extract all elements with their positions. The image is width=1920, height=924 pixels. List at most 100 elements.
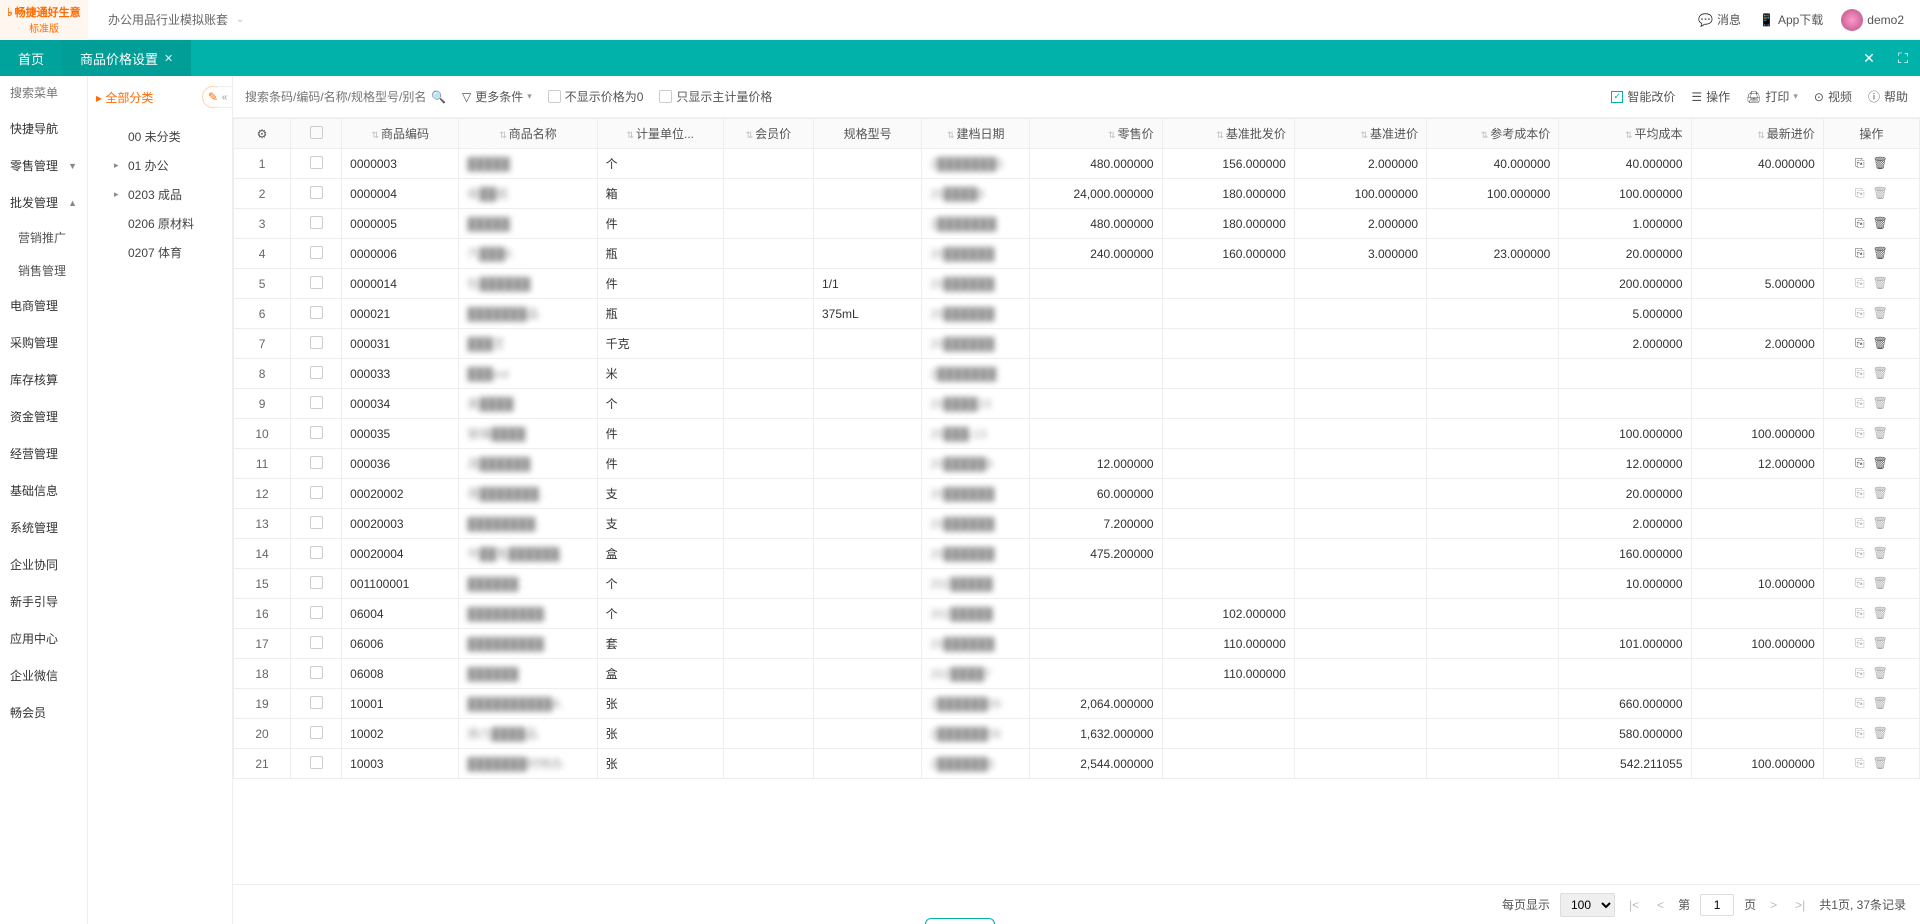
nav-ecommerce[interactable]: 电商管理 <box>0 287 87 324</box>
delete-icon[interactable]: 🗑 <box>1873 666 1888 681</box>
tab-home[interactable]: 首页 <box>0 40 62 76</box>
delete-icon[interactable]: 🗑 <box>1873 156 1888 171</box>
grid-scroll[interactable]: ⚙ ⇅商品编码 ⇅商品名称 ⇅计量单位... ⇅会员价 规格型号 ⇅建档日期 ⇅… <box>233 118 1920 884</box>
row-checkbox[interactable] <box>291 239 342 269</box>
col-retail[interactable]: ⇅零售价 <box>1030 119 1162 149</box>
copy-icon[interactable]: ⎘ <box>1855 636 1865 651</box>
table-row[interactable]: 9000034奥████个20████23⎘🗑 <box>234 389 1920 419</box>
row-checkbox[interactable] <box>291 539 342 569</box>
table-row[interactable]: 8000033███est米2███████⎘🗑 <box>234 359 1920 389</box>
nav-finance[interactable]: 资金管理 <box>0 398 87 435</box>
collapse-panel-icon[interactable]: « <box>217 86 233 108</box>
close-all-tabs[interactable]: ✕ <box>1852 50 1886 67</box>
table-row[interactable]: 2110003███████时特办.张2██████52,544.0000005… <box>234 749 1920 779</box>
page-prev[interactable]: < <box>1653 898 1668 912</box>
col-unit[interactable]: ⇅计量单位... <box>597 119 723 149</box>
nav-wholesale[interactable]: 批发管理▲ <box>0 184 87 221</box>
row-checkbox[interactable] <box>291 179 342 209</box>
table-row[interactable]: 6000021███████品瓶375mL20██████5.000000⎘🗑 <box>234 299 1920 329</box>
col-latest[interactable]: ⇅最新进价 <box>1691 119 1823 149</box>
copy-icon[interactable]: ⎘ <box>1855 666 1865 681</box>
row-checkbox[interactable] <box>291 359 342 389</box>
delete-icon[interactable]: 🗑 <box>1873 246 1888 261</box>
video-button[interactable]: ⊙视频 <box>1814 88 1852 105</box>
delete-icon[interactable]: 🗑 <box>1873 276 1888 291</box>
delete-icon[interactable]: 🗑 <box>1873 726 1888 741</box>
nav-quick[interactable]: 快捷导航 <box>0 110 87 147</box>
copy-icon[interactable]: ⎘ <box>1855 306 1865 321</box>
category-node[interactable]: 00 未分类 <box>96 122 224 151</box>
help-button[interactable]: ⓘ帮助 <box>1868 88 1908 105</box>
row-checkbox[interactable] <box>291 569 342 599</box>
delete-icon[interactable]: 🗑 <box>1873 216 1888 231</box>
category-title[interactable]: ▸ 全部分类 <box>96 89 153 106</box>
row-checkbox[interactable] <box>291 389 342 419</box>
row-checkbox[interactable] <box>291 689 342 719</box>
delete-icon[interactable]: 🗑 <box>1873 336 1888 351</box>
table-row[interactable]: 1606004█████████.个202█████102.000000⎘🗑 <box>234 599 1920 629</box>
menu-search-input[interactable] <box>10 86 72 100</box>
print-button[interactable]: 🖨打印▾ <box>1746 88 1798 105</box>
copy-icon[interactable]: ⎘ <box>1855 336 1865 351</box>
delete-icon[interactable]: 🗑 <box>1873 546 1888 561</box>
category-node[interactable]: 0207 体育 <box>96 238 224 267</box>
copy-icon[interactable]: ⎘ <box>1855 696 1865 711</box>
delete-icon[interactable]: 🗑 <box>1873 606 1888 621</box>
app-download-link[interactable]: 📱App下载 <box>1759 11 1823 28</box>
col-member[interactable]: ⇅会员价 <box>723 119 813 149</box>
copy-icon[interactable]: ⎘ <box>1855 186 1865 201</box>
category-node[interactable]: 0206 原材料 <box>96 209 224 238</box>
nav-member[interactable]: 畅会员 <box>0 694 87 731</box>
row-checkbox[interactable] <box>291 149 342 179</box>
nav-purchase[interactable]: 采购管理 <box>0 324 87 361</box>
copy-icon[interactable]: ⎘ <box>1855 246 1865 261</box>
table-row[interactable]: 1910001██████████A.张2██████052,064.00000… <box>234 689 1920 719</box>
delete-icon[interactable]: 🗑 <box>1873 306 1888 321</box>
nav-system[interactable]: 系统管理 <box>0 509 87 546</box>
delete-icon[interactable]: 🗑 <box>1873 636 1888 651</box>
per-page-select[interactable]: 100 <box>1560 893 1615 917</box>
row-checkbox[interactable] <box>291 719 342 749</box>
smart-price-button[interactable]: ✓智能改价 <box>1611 88 1675 105</box>
page-last[interactable]: >| <box>1791 898 1809 912</box>
row-checkbox[interactable] <box>291 659 342 689</box>
table-row[interactable]: 15001100001██████个202█████10.00000010.00… <box>234 569 1920 599</box>
delete-icon[interactable]: 🗑 <box>1873 486 1888 501</box>
col-date[interactable]: ⇅建档日期 <box>922 119 1030 149</box>
table-row[interactable]: 1806008██████盒202████7110.000000⎘🗑 <box>234 659 1920 689</box>
copy-icon[interactable]: ⎘ <box>1855 576 1865 591</box>
search-icon[interactable]: 🔍 <box>431 90 446 104</box>
messages-link[interactable]: 💬消息 <box>1698 11 1741 28</box>
table-row[interactable]: 50000014杜██████件1/120██████200.0000005.0… <box>234 269 1920 299</box>
bottom-drawer-handle[interactable] <box>925 918 995 924</box>
delete-icon[interactable]: 🗑 <box>1873 516 1888 531</box>
row-checkbox[interactable] <box>291 449 342 479</box>
copy-icon[interactable]: ⎘ <box>1855 396 1865 411</box>
col-checkbox[interactable] <box>291 119 342 149</box>
row-checkbox[interactable] <box>291 329 342 359</box>
row-checkbox[interactable] <box>291 269 342 299</box>
table-row[interactable]: 2010002扬力████品.张2██████051,632.000000580… <box>234 719 1920 749</box>
copy-icon[interactable]: ⎘ <box>1855 456 1865 471</box>
menu-search[interactable] <box>0 76 87 110</box>
delete-icon[interactable]: 🗑 <box>1873 576 1888 591</box>
copy-icon[interactable]: ⎘ <box>1855 276 1865 291</box>
col-avgcost[interactable]: ⇅平均成本 <box>1559 119 1691 149</box>
nav-basic[interactable]: 基础信息 <box>0 472 87 509</box>
account-set-selector[interactable]: 办公用品行业模拟账套 ⌄ <box>88 11 264 28</box>
row-checkbox[interactable] <box>291 479 342 509</box>
page-next[interactable]: > <box>1766 898 1781 912</box>
delete-icon[interactable]: 🗑 <box>1873 186 1888 201</box>
col-code[interactable]: ⇅商品编码 <box>342 119 459 149</box>
row-checkbox[interactable] <box>291 509 342 539</box>
col-wholesale[interactable]: ⇅基准批发价 <box>1162 119 1294 149</box>
copy-icon[interactable]: ⎘ <box>1855 426 1865 441</box>
table-row[interactable]: 10000035玻璃████件20███-13100.000000100.000… <box>234 419 1920 449</box>
only-unit-checkbox[interactable]: 只显示主计量价格 <box>659 88 772 105</box>
delete-icon[interactable]: 🗑 <box>1873 756 1888 771</box>
copy-icon[interactable]: ⎘ <box>1855 486 1865 501</box>
copy-icon[interactable]: ⎘ <box>1855 546 1865 561</box>
nav-retail[interactable]: 零售管理▼ <box>0 147 87 184</box>
delete-icon[interactable]: 🗑 <box>1873 696 1888 711</box>
table-row[interactable]: 1200020002得███████ .支20██████60.00000020… <box>234 479 1920 509</box>
